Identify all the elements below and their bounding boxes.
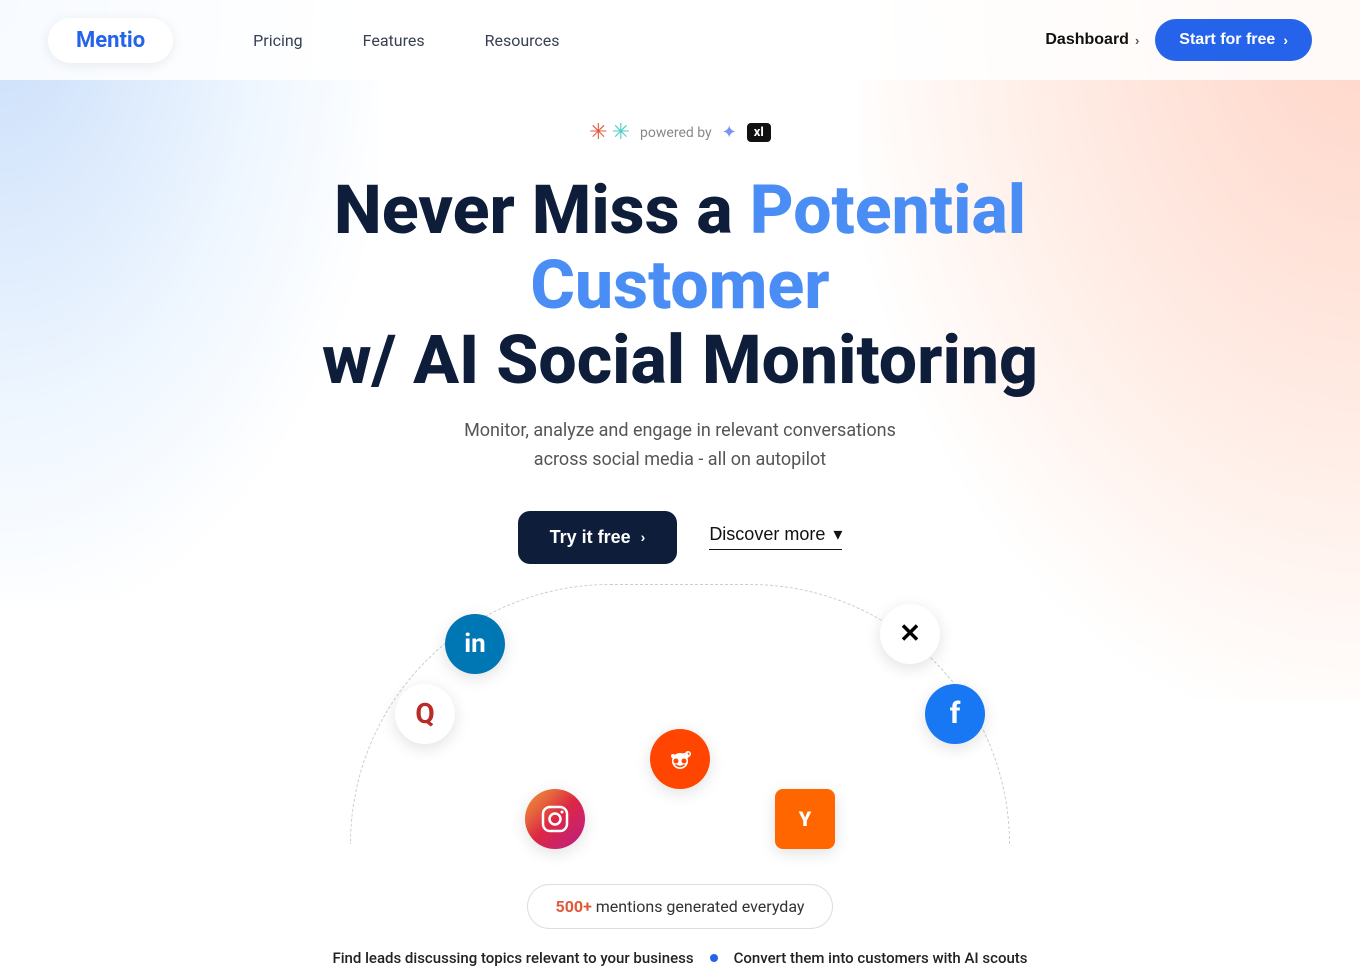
hero-headline: Never Miss a Potential Customer w/ AI So… — [230, 173, 1130, 475]
dashboard-button[interactable]: Dashboard › — [1045, 31, 1139, 49]
quora-symbol: Q — [415, 697, 434, 730]
main-content: ✳ ✳ powered by ✦ xl Never Miss a Potenti… — [0, 80, 1360, 967]
orbit-section: in ✕ Q f — [330, 584, 1030, 864]
chevron-right-icon: › — [1135, 33, 1139, 48]
stats-bar: 500+ mentions generated everyday — [527, 884, 834, 929]
hero-title: Never Miss a Potential Customer w/ AI So… — [230, 173, 1130, 397]
facebook-icon[interactable]: f — [925, 684, 985, 744]
dot-separator-icon — [710, 954, 718, 962]
instagram-icon[interactable] — [525, 789, 585, 849]
discover-more-button[interactable]: Discover more ▾ — [709, 524, 842, 550]
stats-badge: 500+ mentions generated everyday — [527, 884, 834, 929]
nav-links: Pricing Features Resources — [253, 31, 559, 50]
start-free-button[interactable]: Start for free › — [1155, 19, 1312, 61]
hackernews-symbol: Y — [799, 807, 812, 831]
bottom-tagline: Find leads discussing topics relevant to… — [332, 949, 1027, 967]
start-free-label: Start for free — [1179, 31, 1275, 49]
nav-resources[interactable]: Resources — [485, 31, 560, 50]
subtext-line1: Monitor, analyze and engage in relevant … — [464, 420, 896, 441]
stats-text: mentions generated everyday — [596, 897, 805, 916]
try-free-button[interactable]: Try it free › — [518, 511, 678, 564]
tagline-part1: Find leads discussing topics relevant to… — [332, 949, 693, 967]
logo-text: Mentio — [76, 28, 145, 53]
subtext-line2: across social media - all on autopilot — [534, 449, 826, 470]
stats-count: 500+ — [556, 897, 592, 916]
reddit-symbol — [662, 741, 698, 777]
logo[interactable]: Mentio — [48, 18, 173, 63]
hero-subtext: Monitor, analyze and engage in relevant … — [230, 417, 1130, 475]
dashboard-label: Dashboard — [1045, 31, 1129, 49]
navbar: Mentio Pricing Features Resources Dashbo… — [0, 0, 1360, 80]
sparkle-icon: ✦ — [722, 122, 737, 143]
instagram-symbol — [539, 803, 571, 835]
x-twitter-icon[interactable]: ✕ — [880, 604, 940, 664]
ai-icons: ✳ ✳ — [589, 120, 630, 145]
nav-pricing[interactable]: Pricing — [253, 31, 303, 50]
resources-link[interactable]: Resources — [485, 31, 560, 50]
hackernews-icon[interactable]: Y — [775, 789, 835, 849]
tagline-part2: Convert them into customers with AI scou… — [734, 949, 1028, 967]
quora-icon[interactable]: Q — [395, 684, 455, 744]
powered-by-bar: ✳ ✳ powered by ✦ xl — [589, 120, 771, 145]
arrow-right-icon: › — [1283, 32, 1288, 48]
xl-badge: xl — [747, 123, 771, 142]
x-symbol: ✕ — [899, 619, 921, 649]
chevron-down-icon: ▾ — [833, 524, 842, 545]
linkedin-icon[interactable]: in — [445, 614, 505, 674]
powered-by-text: powered by — [640, 125, 712, 141]
discover-more-label: Discover more — [709, 524, 825, 545]
facebook-symbol: f — [950, 696, 961, 731]
claude-icon: ✳ — [589, 120, 607, 145]
headline-part1: Never Miss a — [334, 170, 750, 250]
pricing-link[interactable]: Pricing — [253, 31, 303, 50]
try-free-label: Try it free — [550, 527, 631, 548]
cta-row: Try it free › Discover more ▾ — [518, 511, 843, 564]
nav-right: Dashboard › Start for free › — [1045, 19, 1312, 61]
features-link[interactable]: Features — [363, 31, 425, 50]
perplexity-icon: ✳ — [612, 120, 630, 145]
linkedin-symbol: in — [464, 629, 485, 659]
nav-features[interactable]: Features — [363, 31, 425, 50]
arrow-right-icon: › — [641, 529, 646, 545]
headline-part2: w/ AI Social Monitoring — [322, 320, 1038, 400]
reddit-icon[interactable] — [650, 729, 710, 789]
